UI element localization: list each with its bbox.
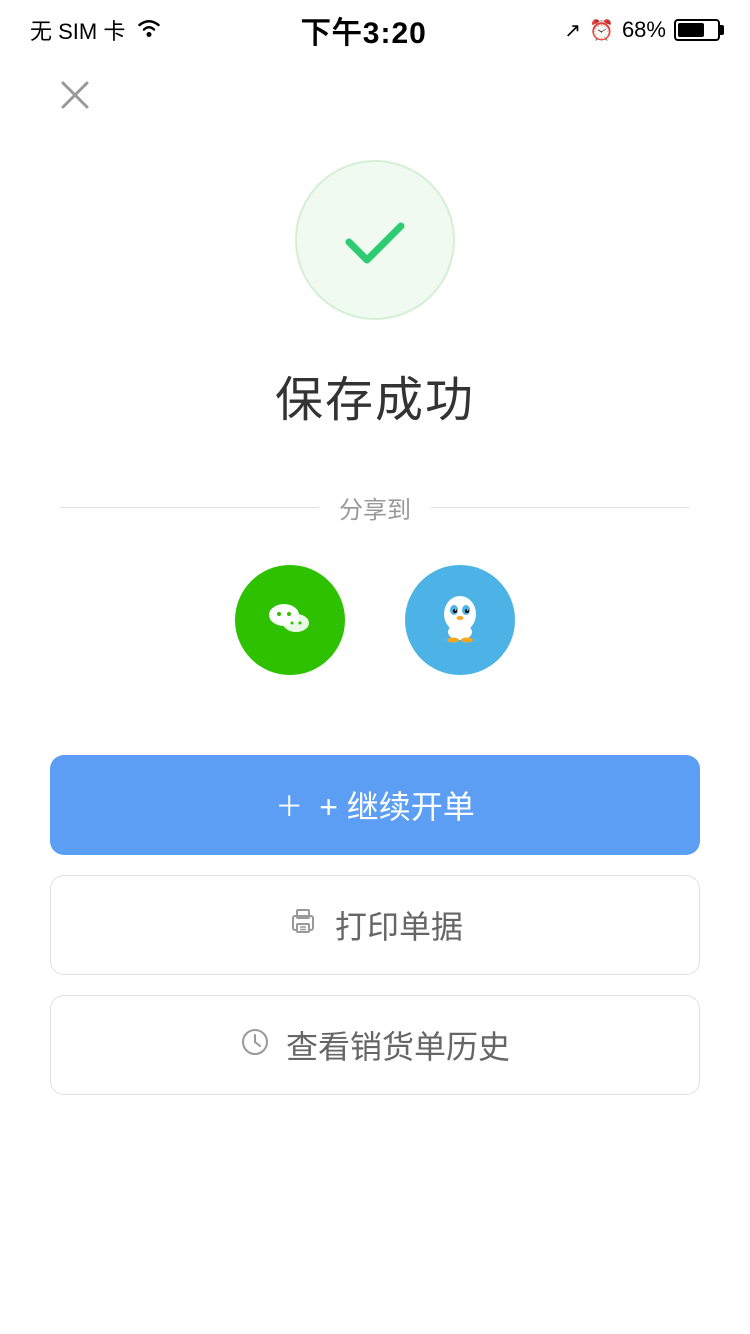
wifi-icon (135, 16, 163, 44)
history-label: 查看销货单历史 (286, 1022, 510, 1068)
divider-left (60, 507, 319, 508)
wechat-icon (258, 588, 322, 652)
status-carrier: 无 SIM 卡 (30, 14, 163, 46)
status-bar: 无 SIM 卡 下午3:20 ↗ ⏰ 68% (0, 0, 750, 60)
qq-icon (428, 588, 492, 652)
print-button[interactable]: 打印单据 (50, 875, 700, 975)
continue-label: + 继续开单 (319, 782, 475, 828)
continue-button[interactable]: ＋ + 继续开单 (50, 755, 700, 855)
location-icon: ↗ (564, 18, 581, 43)
status-time: 下午3:20 (301, 8, 427, 52)
share-wechat-button[interactable] (235, 565, 345, 675)
share-icons-row (235, 565, 515, 675)
clock-icon (240, 1027, 270, 1064)
action-buttons-container: ＋ + 继续开单 打印单据 (0, 755, 750, 1095)
main-content: 保存成功 分享到 (0, 60, 750, 1095)
history-button[interactable]: 查看销货单历史 (50, 995, 700, 1095)
success-title: 保存成功 (275, 360, 475, 430)
share-label: 分享到 (319, 490, 431, 525)
print-icon (287, 906, 319, 945)
share-qq-button[interactable] (405, 565, 515, 675)
status-indicators: ↗ ⏰ 68% (564, 17, 720, 43)
carrier-text: 无 SIM 卡 (30, 14, 125, 46)
alarm-icon: ⏰ (589, 18, 614, 43)
battery-indicator (674, 19, 720, 41)
battery-text: 68% (622, 17, 666, 43)
check-icon (335, 200, 415, 280)
plus-icon: ＋ (275, 785, 303, 825)
share-divider: 分享到 (0, 490, 750, 525)
close-button[interactable] (50, 70, 100, 120)
print-label: 打印单据 (335, 902, 463, 948)
divider-right (431, 507, 690, 508)
success-icon-circle (295, 160, 455, 320)
